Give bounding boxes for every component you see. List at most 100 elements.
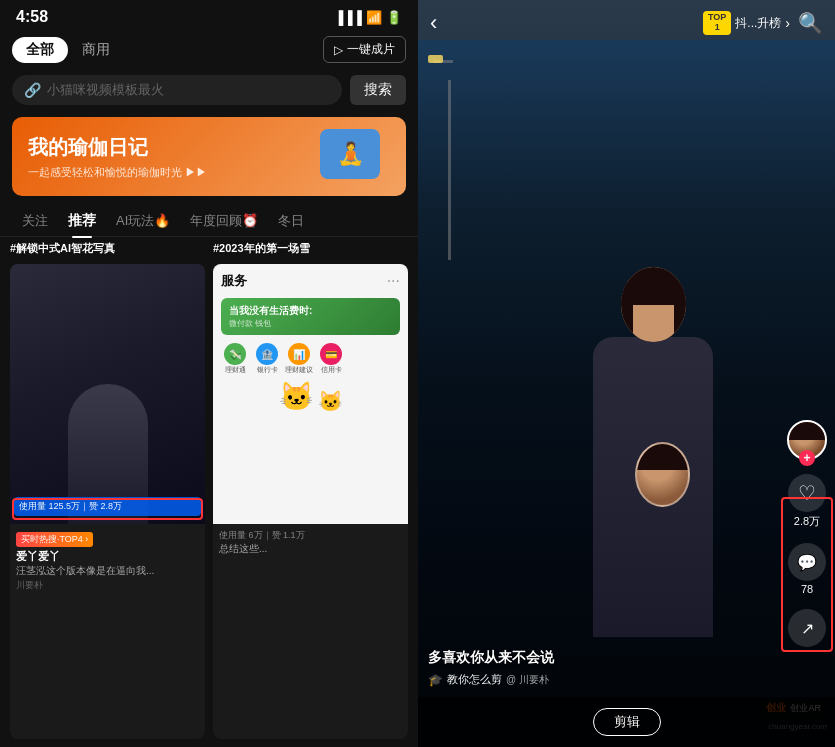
service-header: 服务 ··· — [221, 272, 400, 290]
service-banner-sub: 微付款 钱包 — [229, 318, 392, 329]
video-top-nav: ‹ TOP 1 抖...升榜 › 🔍 — [418, 10, 835, 36]
right-panel: ‹ TOP 1 抖...升榜 › 🔍 + ♡ 2.8万 — [418, 0, 835, 747]
action-avatar-item[interactable]: + — [787, 420, 827, 460]
back-button[interactable]: ‹ — [430, 10, 437, 36]
ranking-text[interactable]: 抖...升榜 — [735, 15, 781, 32]
video-sub-caption: 🎓 教你怎么剪 @ 川要朴 — [428, 672, 549, 687]
action-like-item[interactable]: ♡ 2.8万 — [788, 474, 826, 529]
banner-text: 我的瑜伽日记 一起感受轻松和愉悦的瑜伽时光 ▶▶ — [28, 134, 207, 180]
card-usage-2: 使用量 6万｜赞 1.1万 — [219, 529, 402, 542]
comment-count: 78 — [801, 583, 813, 595]
like-count: 2.8万 — [794, 514, 820, 529]
service-circle-3: 📊 — [288, 343, 310, 365]
avatar-wrapper: + — [787, 420, 827, 460]
share-icon: ↗ — [788, 609, 826, 647]
hair-left — [621, 282, 633, 342]
search-row: 🔗 小猫咪视频模板最火 搜索 — [0, 69, 418, 111]
top1-badge: TOP 1 — [703, 11, 731, 35]
battery-icon: 🔋 — [386, 10, 402, 25]
bottom-action-button[interactable]: 剪辑 — [593, 708, 661, 736]
signal-icon: ▐▐▐ — [334, 10, 362, 25]
left-panel: 4:58 ▐▐▐ 📶 🔋 全部 商用 ▷ 一键成片 🔗 小猫咪视频模板最火 搜索… — [0, 0, 418, 747]
tab-ai[interactable]: AI玩法🔥 — [106, 208, 180, 234]
service-icon-2: 🏦 银行卡 — [253, 343, 281, 374]
tab-recommend[interactable]: 推荐 — [58, 208, 106, 234]
topic-headers: #解锁中式AI智花写真 #2023年的第一场雪 — [0, 237, 418, 256]
avatar-hair — [787, 422, 827, 440]
service-icons-row: 💸 理财通 🏦 银行卡 📊 理财建议 💳 信用卡 — [221, 343, 400, 374]
service-icon-1: 💸 理财通 — [221, 343, 249, 374]
card-user-1: 爱丫爱丫 — [16, 549, 199, 564]
tab-commercial[interactable]: 商用 — [76, 37, 116, 63]
video-thumb-1: 使用量 125.5万｜赞 2.8万 — [10, 264, 205, 524]
inset-portrait — [635, 442, 690, 507]
banner-illustration: 🧘 — [320, 129, 390, 184]
search-button-right[interactable]: 🔍 — [798, 11, 823, 35]
sub-caption-icon: 🎓 — [428, 673, 443, 687]
service-circle-4: 💳 — [320, 343, 342, 365]
usage-text-1: 使用量 125.5万｜赞 2.8万 — [19, 501, 122, 511]
video-caption: 多喜欢你从来不会说 — [428, 649, 775, 667]
tab-follow[interactable]: 关注 — [12, 208, 58, 234]
service-icon-label-2: 银行卡 — [257, 366, 278, 374]
card-desc-1: 汪茎泓这个版本像是在逼向我... — [16, 564, 199, 578]
usage-badge-1: 使用量 125.5万｜赞 2.8万 — [14, 497, 201, 516]
cat-emoji-2: 🐱 — [318, 389, 343, 413]
service-dots: ··· — [387, 272, 400, 290]
search-button[interactable]: 搜索 — [350, 75, 406, 105]
card-info-2: 使用量 6万｜赞 1.1万 总结这些... — [213, 524, 408, 560]
one-click-button[interactable]: ▷ 一键成片 — [323, 36, 406, 63]
banner-subtitle: 一起感受轻松和愉悦的瑜伽时光 ▶▶ — [28, 165, 207, 180]
search-input-wrap[interactable]: 🔗 小猫咪视频模板最火 — [12, 75, 342, 105]
top-badge-area: TOP 1 抖...升榜 › — [703, 11, 790, 35]
video-icon: ▷ — [334, 43, 343, 57]
status-time: 4:58 — [16, 8, 48, 26]
card-info-1: 买时热搜·TOP4 › 爱丫爱丫 汪茎泓这个版本像是在逼向我... 川要朴 — [10, 524, 205, 596]
topic-tag-2: #2023年的第一场雪 — [213, 241, 408, 256]
content-grid: 使用量 125.5万｜赞 2.8万 买时热搜·TOP4 › 爱丫爱丫 汪茎泓这个… — [0, 256, 418, 747]
girl-figure — [10, 264, 205, 524]
service-icon-label-4: 信用卡 — [321, 366, 342, 374]
status-bar: 4:58 ▐▐▐ 📶 🔋 — [0, 0, 418, 30]
girl-head — [621, 267, 686, 342]
service-icon-3: 📊 理财建议 — [285, 343, 313, 374]
service-icon-label-1: 理财通 — [225, 366, 246, 374]
status-icons: ▐▐▐ 📶 🔋 — [334, 10, 402, 25]
banner[interactable]: 我的瑜伽日记 一起感受轻松和愉悦的瑜伽时光 ▶▶ 🧘 — [12, 117, 406, 196]
sub-author: @ 川要朴 — [506, 673, 549, 687]
top-tabs: 全部 商用 ▷ 一键成片 — [0, 30, 418, 69]
one-click-label: 一键成片 — [347, 41, 395, 58]
service-circle-1: 💸 — [224, 343, 246, 365]
service-banner-inner: 当我没有生活费时: 微付款 钱包 — [221, 298, 400, 335]
tab-year[interactable]: 年度回顾⏰ — [180, 208, 268, 234]
action-comment-item[interactable]: 💬 78 — [788, 543, 826, 595]
inset-hair — [635, 444, 690, 470]
service-banner-title: 当我没有生活费时: — [229, 304, 392, 318]
link-icon: 🔗 — [24, 82, 41, 98]
banner-title: 我的瑜伽日记 — [28, 134, 207, 161]
comment-icon: 💬 — [788, 543, 826, 581]
light-glow-1 — [428, 55, 443, 63]
topic-tag-1: #解锁中式AI智花写真 — [10, 241, 205, 256]
service-icon-4: 💳 信用卡 — [317, 343, 345, 374]
service-circle-2: 🏦 — [256, 343, 278, 365]
light-pole-1 — [448, 80, 451, 260]
cat-area: 🐱 🐱 — [221, 380, 400, 413]
tab-winter[interactable]: 冬日 — [268, 208, 314, 234]
service-title: 服务 — [221, 272, 247, 290]
card-author-1: 川要朴 — [16, 579, 199, 592]
cat-emoji-1: 🐱 — [279, 380, 314, 413]
service-icon-label-3: 理财建议 — [285, 366, 313, 374]
ranking-arrow-icon: › — [785, 15, 790, 31]
action-share-item[interactable]: ↗ — [788, 609, 826, 647]
hair-right — [674, 282, 686, 342]
tab-all[interactable]: 全部 — [12, 37, 68, 63]
hot-badge-1: 买时热搜·TOP4 › — [16, 532, 93, 547]
yoga-icon: 🧘 — [320, 129, 380, 179]
video-card-1[interactable]: 使用量 125.5万｜赞 2.8万 买时热搜·TOP4 › 爱丫爱丫 汪茎泓这个… — [10, 264, 205, 739]
video-actions: + ♡ 2.8万 💬 78 ↗ — [787, 420, 827, 647]
video-card-2[interactable]: 服务 ··· 当我没有生活费时: 微付款 钱包 💸 理财通 🏦 银行卡 — [213, 264, 408, 739]
avatar-plus-icon: + — [799, 450, 815, 466]
video-bottom-bar: 剪辑 — [418, 697, 835, 747]
wifi-icon: 📶 — [366, 10, 382, 25]
